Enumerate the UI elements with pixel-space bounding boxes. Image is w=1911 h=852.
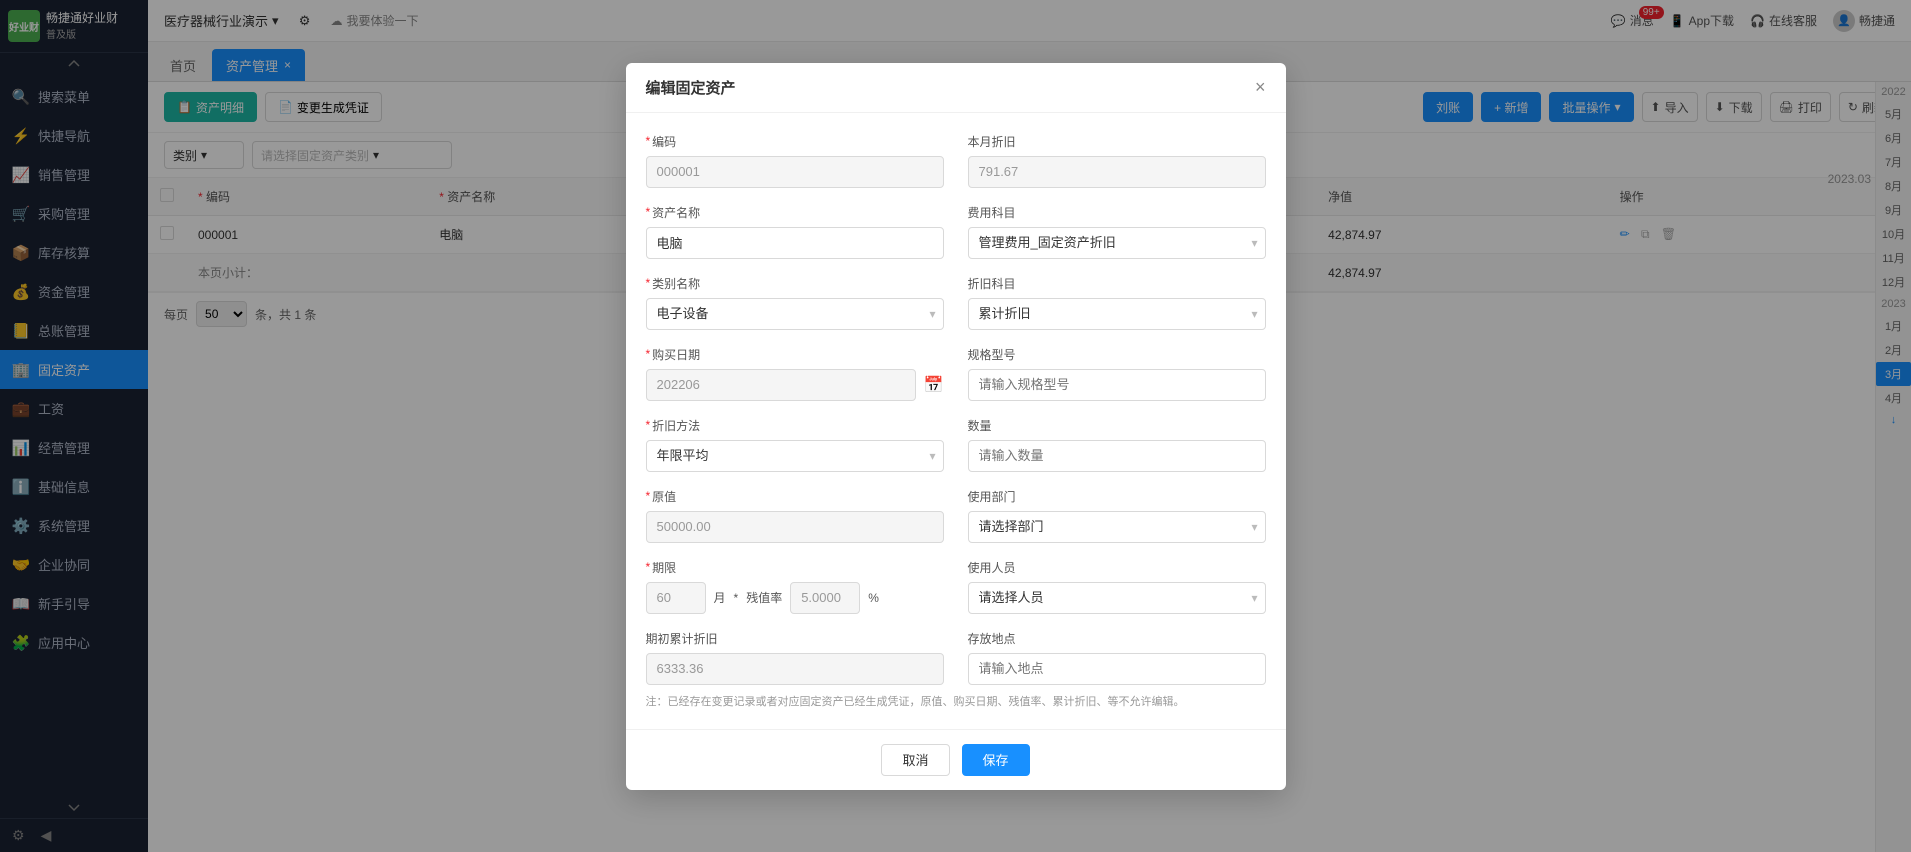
purchase-date-input[interactable]: [646, 369, 916, 401]
asset-name-input[interactable]: [646, 227, 944, 259]
form-item-dep-subject: 折旧科目 累计折旧 ▾: [968, 275, 1266, 330]
modal-note: 注：已经存在变更记录或者对应固定资产已经生成凭证，原值、购买日期、残值率、累计折…: [646, 685, 1266, 709]
quantity-label: 数量: [968, 417, 1266, 434]
purchase-date-row: 📅: [646, 369, 944, 401]
form-item-initial-dep: 期初累计折旧: [646, 630, 944, 685]
form-item-dept: 使用部门 请选择部门 ▾: [968, 488, 1266, 543]
period-unit: 月: [714, 589, 726, 606]
form-item-monthly-dep: 本月折旧: [968, 133, 1266, 188]
dept-wrapper: 请选择部门 ▾: [968, 511, 1266, 543]
expense-subject-wrapper: 管理费用_固定资产折旧 ▾: [968, 227, 1266, 259]
monthly-dep-input[interactable]: [968, 156, 1266, 188]
form-item-spec: 规格型号: [968, 346, 1266, 401]
residual-rate-input[interactable]: [790, 582, 860, 614]
monthly-dep-label: 本月折旧: [968, 133, 1266, 150]
expense-subject-select[interactable]: 管理费用_固定资产折旧: [968, 227, 1266, 259]
modal-header: 编辑固定资产 ×: [626, 63, 1286, 113]
form-item-purchase-date: * 购买日期 📅: [646, 346, 944, 401]
form-grid: * 编码 本月折旧 * 资产名称: [646, 133, 1266, 685]
form-item-period: * 期限 月 * 残值率 %: [646, 559, 944, 614]
dep-subject-select[interactable]: 累计折旧: [968, 298, 1266, 330]
dept-select[interactable]: 请选择部门: [968, 511, 1266, 543]
period-row: 月 * 残值率 %: [646, 582, 944, 614]
form-item-quantity: 数量: [968, 417, 1266, 472]
form-item-dep-method: * 折旧方法 年限平均 ▾: [646, 417, 944, 472]
form-item-category: * 类别名称 电子设备 ▾: [646, 275, 944, 330]
modal-title: 编辑固定资产: [646, 77, 736, 98]
form-item-user: 使用人员 请选择人员 ▾: [968, 559, 1266, 614]
category-field-label: * 类别名称: [646, 275, 944, 292]
spec-label: 规格型号: [968, 346, 1266, 363]
period-label: * 期限: [646, 559, 944, 576]
initial-dep-label: 期初累计折旧: [646, 630, 944, 647]
residual-rate-unit: %: [868, 591, 879, 605]
dep-method-select[interactable]: 年限平均: [646, 440, 944, 472]
expense-subject-label: 费用科目: [968, 204, 1266, 221]
form-item-asset-name: * 资产名称: [646, 204, 944, 259]
code-input[interactable]: [646, 156, 944, 188]
form-item-original-value: * 原值: [646, 488, 944, 543]
period-input[interactable]: [646, 582, 706, 614]
form-item-expense-subject: 费用科目 管理费用_固定资产折旧 ▾: [968, 204, 1266, 259]
dept-label: 使用部门: [968, 488, 1266, 505]
dep-method-wrapper: 年限平均 ▾: [646, 440, 944, 472]
edit-asset-modal: 编辑固定资产 × * 编码 本月折旧: [626, 63, 1286, 790]
location-label: 存放地点: [968, 630, 1266, 647]
user-field-label: 使用人员: [968, 559, 1266, 576]
modal-overlay: 编辑固定资产 × * 编码 本月折旧: [0, 0, 1911, 852]
dep-method-label: * 折旧方法: [646, 417, 944, 434]
dep-subject-wrapper: 累计折旧 ▾: [968, 298, 1266, 330]
form-item-location: 存放地点: [968, 630, 1266, 685]
quantity-input[interactable]: [968, 440, 1266, 472]
spec-input[interactable]: [968, 369, 1266, 401]
category-wrapper: 电子设备 ▾: [646, 298, 944, 330]
modal-footer: 取消 保存: [626, 729, 1286, 790]
residual-rate-label: 残值率: [746, 589, 782, 606]
location-input[interactable]: [968, 653, 1266, 685]
calendar-icon[interactable]: 📅: [924, 375, 944, 395]
modal-body: * 编码 本月折旧 * 资产名称: [626, 113, 1286, 729]
user-select[interactable]: 请选择人员: [968, 582, 1266, 614]
code-label: * 编码: [646, 133, 944, 150]
original-value-input[interactable]: [646, 511, 944, 543]
original-value-label: * 原值: [646, 488, 944, 505]
asset-name-label: * 资产名称: [646, 204, 944, 221]
category-select[interactable]: 电子设备: [646, 298, 944, 330]
purchase-date-label: * 购买日期: [646, 346, 944, 363]
form-item-code: * 编码: [646, 133, 944, 188]
initial-dep-input[interactable]: [646, 653, 944, 685]
cancel-button[interactable]: 取消: [881, 744, 949, 776]
modal-close-button[interactable]: ×: [1255, 77, 1266, 98]
save-button[interactable]: 保存: [962, 744, 1030, 776]
user-wrapper: 请选择人员 ▾: [968, 582, 1266, 614]
dep-subject-label: 折旧科目: [968, 275, 1266, 292]
